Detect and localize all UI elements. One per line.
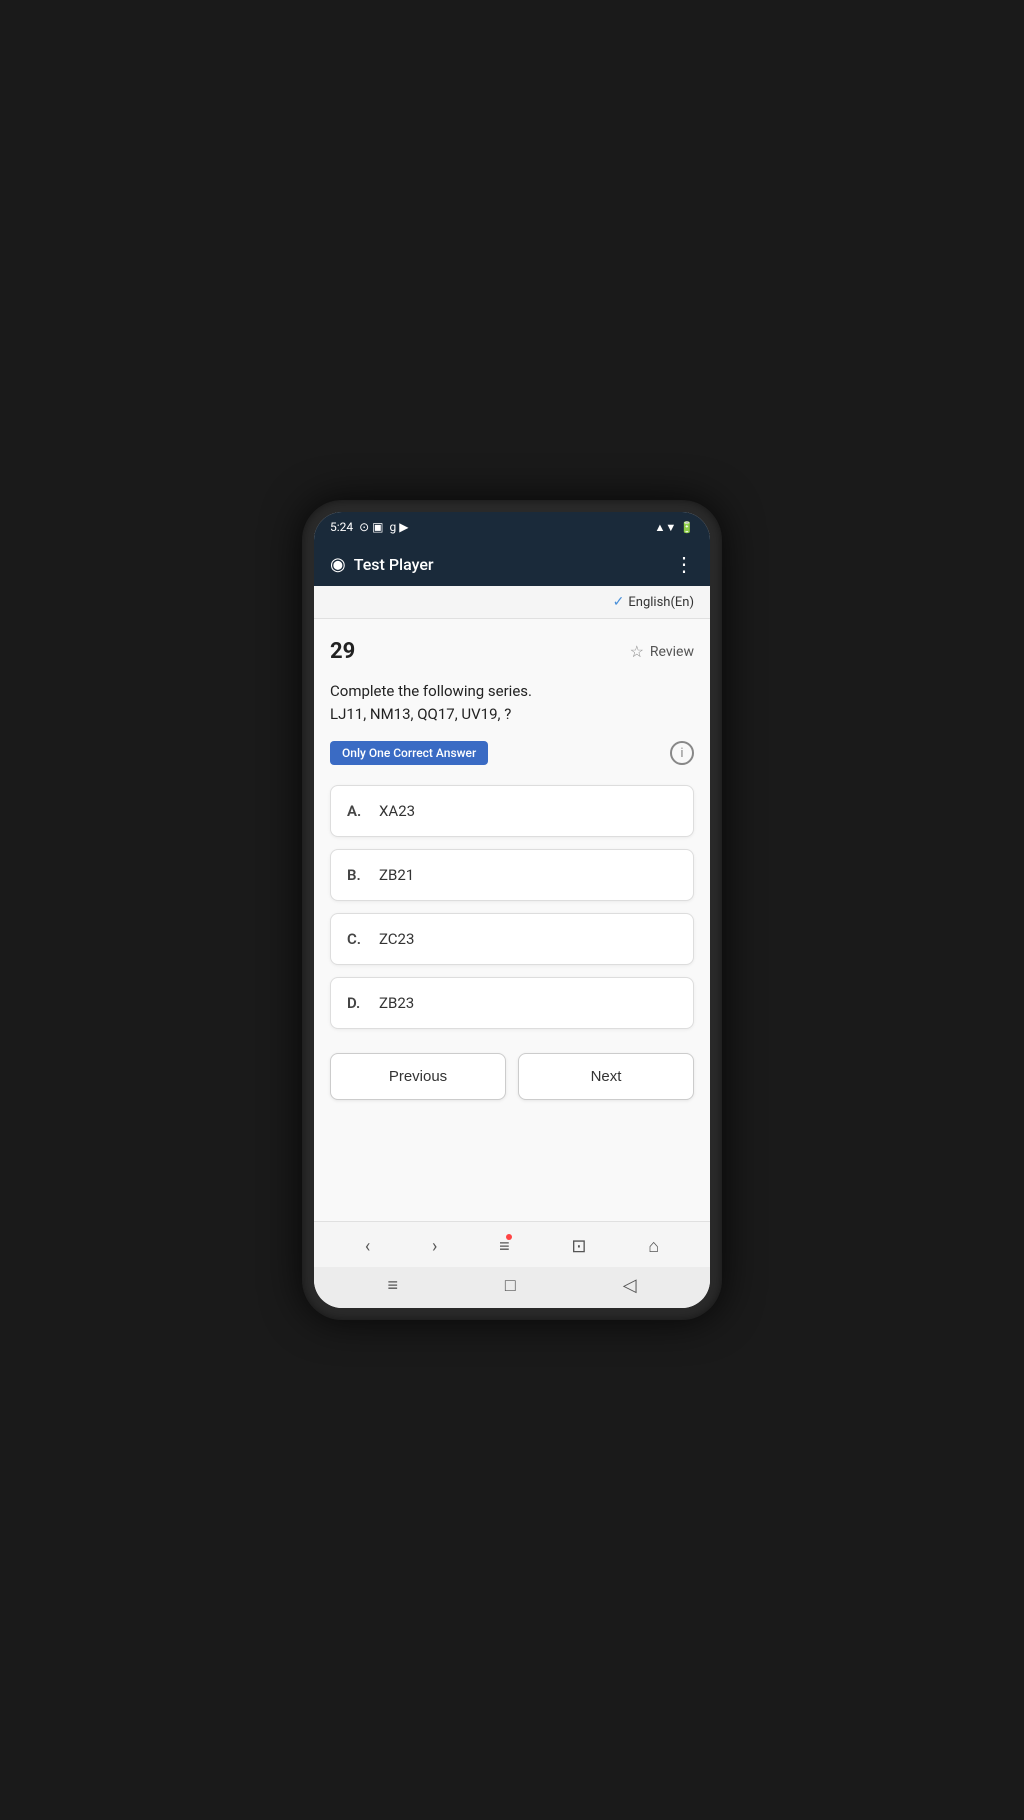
info-icon[interactable]: i <box>670 741 694 765</box>
back-circle-icon[interactable]: ◉ <box>330 554 346 575</box>
status-signal: g ▶ <box>390 520 409 534</box>
gesture-menu-icon[interactable]: ≡ <box>387 1275 398 1296</box>
badge-row: Only One Correct Answer i <box>330 741 694 765</box>
option-c-label: C. <box>347 930 365 948</box>
answer-type-badge: Only One Correct Answer <box>330 741 488 765</box>
status-right: ▲▼ 🔋 <box>655 521 694 534</box>
status-battery-icon: 🔋 <box>680 521 694 534</box>
system-nav-bar: ‹ › ≡ ⊡ ⌂ <box>314 1221 710 1267</box>
gesture-square-icon[interactable]: □ <box>505 1275 516 1296</box>
option-a-text: XA23 <box>379 802 415 820</box>
option-b[interactable]: B. ZB21 <box>330 849 694 901</box>
content-area: 29 ☆ Review Complete the following serie… <box>314 619 710 1221</box>
phone-device: 5:24 ⊙ ▣ g ▶ ▲▼ 🔋 ◉ Test Player ⋮ ✓ Engl… <box>302 500 722 1320</box>
status-time: 5:24 <box>330 520 353 534</box>
question-header: 29 ☆ Review <box>330 639 694 664</box>
option-c-text: ZC23 <box>379 930 414 948</box>
status-icons: ⊙ ▣ <box>359 520 383 534</box>
option-a-label: A. <box>347 802 365 820</box>
back-nav-icon[interactable]: ‹ <box>357 1232 378 1261</box>
status-network-icon: ▲▼ <box>655 521 677 534</box>
gesture-bar: ≡ □ ◁ <box>314 1267 710 1308</box>
gesture-back-icon[interactable]: ◁ <box>623 1275 637 1296</box>
star-icon: ☆ <box>630 642 644 661</box>
app-header: ◉ Test Player ⋮ <box>314 542 710 586</box>
menu-dot-indicator <box>506 1234 512 1240</box>
option-a[interactable]: A. XA23 <box>330 785 694 837</box>
language-selector[interactable]: ✓ English(En) <box>613 594 694 610</box>
option-c[interactable]: C. ZC23 <box>330 913 694 965</box>
forward-nav-icon[interactable]: › <box>424 1232 445 1261</box>
menu-nav-icon[interactable]: ≡ <box>491 1232 518 1261</box>
phone-screen: 5:24 ⊙ ▣ g ▶ ▲▼ 🔋 ◉ Test Player ⋮ ✓ Engl… <box>314 512 710 1308</box>
status-bar: 5:24 ⊙ ▣ g ▶ ▲▼ 🔋 <box>314 512 710 542</box>
review-button[interactable]: ☆ Review <box>630 642 694 661</box>
option-d-label: D. <box>347 994 365 1012</box>
recents-nav-icon[interactable]: ⊡ <box>563 1232 594 1261</box>
options-list: A. XA23 B. ZB21 C. ZC23 D. ZB23 <box>330 785 694 1029</box>
language-bar: ✓ English(En) <box>314 586 710 619</box>
option-b-label: B. <box>347 866 365 884</box>
question-line1: Complete the following series. <box>330 682 532 700</box>
status-left: 5:24 ⊙ ▣ g ▶ <box>330 520 408 534</box>
option-d[interactable]: D. ZB23 <box>330 977 694 1029</box>
app-header-left: ◉ Test Player <box>330 554 434 575</box>
question-number: 29 <box>330 639 355 664</box>
app-title: Test Player <box>354 555 434 574</box>
review-label: Review <box>650 644 694 660</box>
language-label: English(En) <box>628 595 694 610</box>
nav-buttons: Previous Next <box>330 1053 694 1116</box>
checkmark-icon: ✓ <box>613 594 625 610</box>
next-button[interactable]: Next <box>518 1053 694 1100</box>
option-b-text: ZB21 <box>379 866 414 884</box>
home-nav-icon[interactable]: ⌂ <box>640 1232 667 1261</box>
more-options-icon[interactable]: ⋮ <box>674 552 694 576</box>
question-line2: LJ11, NM13, QQ17, UV19, ? <box>330 705 511 723</box>
question-text: Complete the following series. LJ11, NM1… <box>330 680 694 725</box>
option-d-text: ZB23 <box>379 994 414 1012</box>
previous-button[interactable]: Previous <box>330 1053 506 1100</box>
